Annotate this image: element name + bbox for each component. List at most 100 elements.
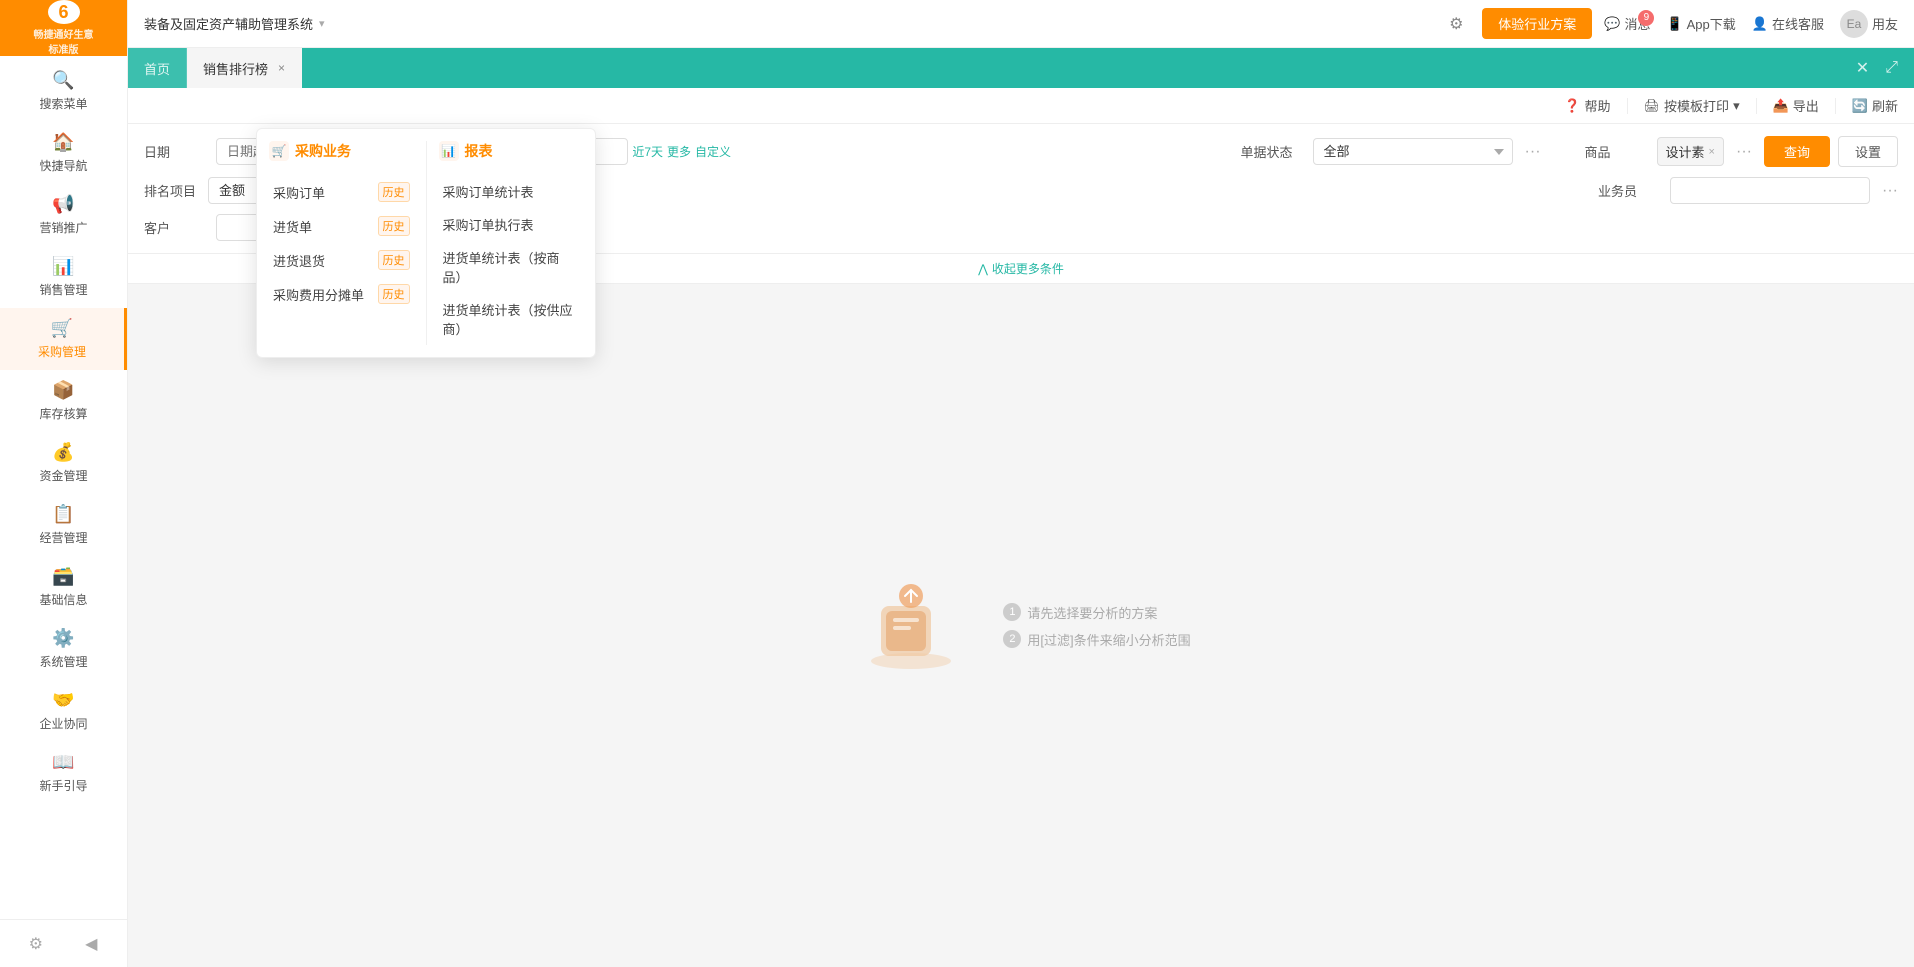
purchase-icon: 🛒 [51, 318, 73, 339]
app-download-label: App下载 [1687, 14, 1736, 33]
quick-icon: 🏠 [52, 132, 74, 153]
finance-icon: 💰 [52, 442, 74, 463]
dropdown-item-label: 采购订单 [273, 183, 370, 202]
dropdown-item-label: 进货单统计表（按供应商） [443, 300, 580, 338]
topbar-online-service-btn[interactable]: 👤 在线客服 [1752, 14, 1824, 33]
system-icon: ⚙️ [52, 628, 74, 649]
sidebar-item-purchase[interactable]: 🛒 采购管理 [0, 308, 127, 370]
sidebar-item-quick[interactable]: 🏠 快捷导航 [0, 122, 127, 184]
main-area: 装备及固定资产辅助管理系统 ▾ ⚙ 体验行业方案 💬 消息 9 📱 App下载 … [128, 0, 1914, 967]
tab-close-window-btn[interactable]: ✕ [1852, 54, 1873, 82]
dropdown-report-item[interactable]: 进货单统计表（按商品） [439, 241, 584, 293]
collapse-footer-btn[interactable]: ◀ [75, 928, 107, 960]
report-col-title: 报表 [465, 141, 493, 161]
dropdown-overlay[interactable]: 🛒 采购业务 采购订单历史进货单历史进货退货历史采购费用分摊单历史 📊 报表 采… [128, 88, 1914, 967]
dropdown-report-item[interactable]: 进货单统计表（按供应商） [439, 293, 584, 345]
dropdown-purchase-item[interactable]: 进货单历史 [269, 209, 414, 243]
dropdown-item-label: 采购订单统计表 [443, 182, 580, 201]
sidebar-item-label: 经营管理 [39, 529, 87, 546]
sidebar-nav: 🔍 搜索菜单 🏠 快捷导航 📢 营销推广 📊 销售管理 🛒 采购管理 📦 库存核算 💰 资金管理 📋 经营管理… [0, 56, 127, 919]
tab-sales-ranking[interactable]: 销售排行榜 × [187, 48, 302, 88]
search-icon: 🔍 [52, 70, 74, 91]
sidebar-item-system[interactable]: ⚙️ 系统管理 [0, 618, 127, 680]
sidebar-item-label: 快捷导航 [39, 157, 87, 174]
dropdown-item-label: 采购订单执行表 [443, 215, 580, 234]
topbar-user-btn[interactable]: Ea 用友 [1840, 10, 1898, 38]
user-label: 用友 [1872, 14, 1898, 33]
dropdown-report-item[interactable]: 采购订单统计表 [439, 175, 584, 208]
sidebar-item-label: 资金管理 [39, 467, 87, 484]
sidebar-item-search[interactable]: 🔍 搜索菜单 [0, 60, 127, 122]
topbar-dropdown-arrow[interactable]: ▾ [319, 17, 325, 30]
sidebar-item-operation[interactable]: 📋 经营管理 [0, 494, 127, 556]
logo-edition: 标准版 [49, 41, 79, 56]
sidebar-item-label: 销售管理 [39, 281, 87, 298]
sidebar-item-marketing[interactable]: 📢 营销推广 [0, 184, 127, 246]
content-area: ❓ 帮助 🖨 按模板打印 ▾ 📤 导出 🔄 刷新 日期 [128, 88, 1914, 967]
topbar: 装备及固定资产辅助管理系统 ▾ ⚙ 体验行业方案 💬 消息 9 📱 App下载 … [128, 0, 1914, 48]
tab-maximize-btn[interactable]: ⤢ [1881, 55, 1902, 81]
inventory-icon: 📦 [52, 380, 74, 401]
user-avatar: Ea [1840, 10, 1868, 38]
tab-home-label: 首页 [144, 59, 170, 78]
corp-icon: 🤝 [52, 690, 74, 711]
dropdown-columns: 🛒 采购业务 采购订单历史进货单历史进货退货历史采购费用分摊单历史 📊 报表 采… [257, 141, 595, 345]
tab-close-btn[interactable]: × [278, 61, 285, 75]
dropdown-menu: 🛒 采购业务 采购订单历史进货单历史进货退货历史采购费用分摊单历史 📊 报表 采… [256, 128, 596, 358]
purchase-icon: 🛒 [269, 141, 289, 161]
topbar-right: 💬 消息 9 📱 App下载 👤 在线客服 Ea 用友 [1604, 10, 1898, 38]
online-service-icon: 👤 [1752, 16, 1768, 32]
report-icon: 📊 [439, 141, 459, 161]
history-badge: 历史 [378, 284, 410, 304]
dropdown-purchase-item[interactable]: 采购订单历史 [269, 175, 414, 209]
topbar-messages-btn[interactable]: 💬 消息 9 [1604, 14, 1650, 33]
guide-icon: 📖 [52, 752, 74, 773]
dropdown-purchase-item[interactable]: 采购费用分摊单历史 [269, 277, 414, 311]
sidebar-item-label: 系统管理 [39, 653, 87, 670]
online-service-label: 在线客服 [1772, 14, 1824, 33]
operation-icon: 📋 [52, 504, 74, 525]
dropdown-purchase-item[interactable]: 进货退货历史 [269, 243, 414, 277]
tab-home[interactable]: 首页 [128, 48, 187, 88]
topbar-title: 装备及固定资产辅助管理系统 ▾ [144, 14, 1430, 33]
sidebar-footer: ⚙ ◀ [0, 919, 127, 967]
sales-icon: 📊 [52, 256, 74, 277]
sidebar-item-inventory[interactable]: 📦 库存核算 [0, 370, 127, 432]
marketing-icon: 📢 [52, 194, 74, 215]
sidebar-item-label: 采购管理 [38, 343, 86, 360]
dropdown-item-label: 进货单 [273, 217, 370, 236]
sidebar-item-label: 库存核算 [39, 405, 87, 422]
sidebar-item-corp[interactable]: 🤝 企业协同 [0, 680, 127, 742]
dropdown-col-purchase-header: 🛒 采购业务 [269, 141, 414, 167]
sidebar-item-base[interactable]: 🗃️ 基础信息 [0, 556, 127, 618]
tab-sales-ranking-label: 销售排行榜 [203, 59, 268, 78]
dropdown-report-item[interactable]: 采购订单执行表 [439, 208, 584, 241]
sidebar-item-label: 搜索菜单 [39, 95, 87, 112]
topbar-settings-btn[interactable]: ⚙ [1442, 10, 1470, 38]
topbar-industry-btn[interactable]: 体验行业方案 [1482, 8, 1592, 39]
app-download-icon: 📱 [1666, 16, 1682, 32]
topbar-app-download-btn[interactable]: 📱 App下载 [1666, 14, 1735, 33]
sidebar-item-label: 基础信息 [39, 591, 87, 608]
dropdown-item-label: 进货退货 [273, 251, 370, 270]
dropdown-col-report: 📊 报表 采购订单统计表采购订单执行表进货单统计表（按商品） 进货单统计表（按供应… [426, 141, 596, 345]
topbar-system-title: 装备及固定资产辅助管理系统 [144, 14, 313, 33]
dropdown-item-label: 进货单统计表（按商品） [443, 248, 580, 286]
logo-tagline: 畅捷通好生意 [34, 26, 94, 41]
history-badge: 历史 [378, 216, 410, 236]
sidebar-item-guide[interactable]: 📖 新手引导 [0, 742, 127, 804]
app-logo: 6 畅捷通好生意 标准版 [0, 0, 127, 56]
sidebar: 6 畅捷通好生意 标准版 🔍 搜索菜单 🏠 快捷导航 📢 营销推广 📊 销售管理 🛒 采购管理 📦 库… [0, 0, 128, 967]
sidebar-item-label: 企业协同 [39, 715, 87, 732]
messages-badge: 9 [1638, 10, 1654, 26]
dropdown-col-purchase: 🛒 采购业务 采购订单历史进货单历史进货退货历史采购费用分摊单历史 [257, 141, 426, 345]
sidebar-item-label: 新手引导 [39, 777, 87, 794]
sidebar-item-finance[interactable]: 💰 资金管理 [0, 432, 127, 494]
settings-footer-btn[interactable]: ⚙ [20, 928, 52, 960]
sidebar-item-sales[interactable]: 📊 销售管理 [0, 246, 127, 308]
logo-icon: 6 [48, 0, 80, 24]
sidebar-item-label: 营销推广 [39, 219, 87, 236]
history-badge: 历史 [378, 250, 410, 270]
base-icon: 🗃️ [52, 566, 74, 587]
dropdown-item-label: 采购费用分摊单 [273, 285, 370, 304]
